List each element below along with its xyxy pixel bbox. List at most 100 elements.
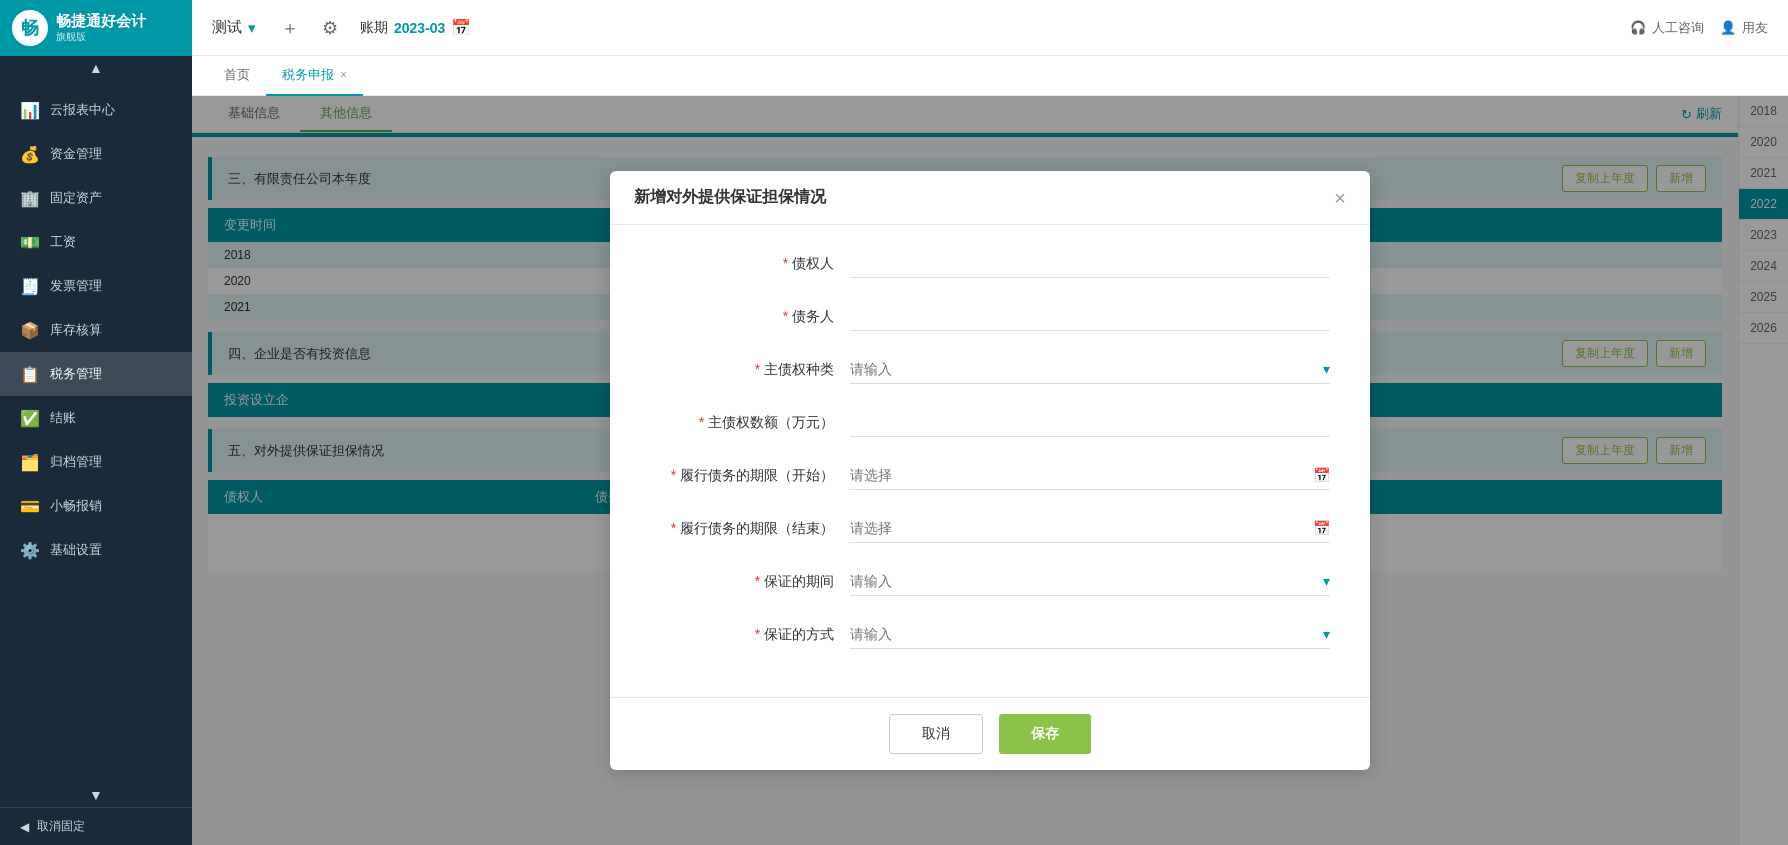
guarantee-period-label-text: 保证的期间 — [764, 573, 834, 589]
add-button[interactable]: ＋ — [276, 14, 304, 42]
period-selector: 账期 2023-03 📅 — [360, 18, 471, 37]
expense-icon: 💳 — [20, 496, 40, 516]
label-period-end: * 履行债务的期限（结束） — [650, 520, 850, 538]
creditor-label-text: 债权人 — [792, 255, 834, 271]
debt-type-input[interactable] — [850, 361, 1323, 377]
headset-icon: 🎧 — [1630, 20, 1646, 35]
tab-shuiwu[interactable]: 税务申报 × — [266, 56, 363, 96]
sidebar: 畅 畅捷通好会计 旗舰版 ▲ 📊 云报表中心 💰 资金管理 🏢 固定资产 💵 — [0, 0, 192, 845]
required-mark: * — [783, 255, 788, 271]
sidebar-item-kucun[interactable]: 📦 库存核算 — [0, 308, 192, 352]
period-start-input[interactable] — [850, 467, 1313, 483]
building-icon: 🏢 — [20, 188, 40, 208]
chevron-down-icon[interactable]: ▾ — [1323, 626, 1330, 642]
save-button[interactable]: 保存 — [999, 714, 1091, 754]
period-end-input[interactable] — [850, 520, 1313, 536]
modal-body[interactable]: * 债权人 * 债务人 — [610, 225, 1370, 697]
label-guarantee-method: * 保证的方式 — [650, 626, 850, 644]
sidebar-item-label: 小畅报销 — [50, 497, 102, 515]
form-row-period-end: * 履行债务的期限（结束） 📅 — [650, 514, 1330, 543]
modal-title: 新增对外提供保证担保情况 — [634, 187, 826, 208]
guarantee-method-label-text: 保证的方式 — [764, 626, 834, 642]
sidebar-item-jichushezhi[interactable]: ⚙️ 基础设置 — [0, 528, 192, 572]
sidebar-scroll-up[interactable]: ▲ — [0, 56, 192, 80]
calendar-icon[interactable]: 📅 — [451, 18, 471, 37]
period-value: 2023-03 — [394, 20, 445, 36]
wage-icon: 💵 — [20, 232, 40, 252]
tab-bar: 首页 税务申报 × — [192, 56, 1788, 96]
debtor-label-text: 债务人 — [792, 308, 834, 324]
guarantee-method-select[interactable]: ▾ — [850, 620, 1330, 649]
sidebar-item-gudingzichan[interactable]: 🏢 固定资产 — [0, 176, 192, 220]
form-row-creditor: * 债权人 — [650, 249, 1330, 278]
sidebar-item-zijin[interactable]: 💰 资金管理 — [0, 132, 192, 176]
cancel-pin-label: 取消固定 — [37, 818, 85, 835]
sidebar-item-gongzi[interactable]: 💵 工资 — [0, 220, 192, 264]
app-subtitle: 旗舰版 — [56, 30, 146, 44]
period-end-label-text: 履行债务的期限（结束） — [680, 520, 834, 536]
main-area: 测试 ▾ ＋ ⚙ 账期 2023-03 📅 🎧 人工咨询 👤 用友 — [192, 0, 1788, 845]
label-debt-amount: * 主债权数额（万元） — [650, 414, 850, 432]
settings-button[interactable]: ⚙ — [316, 14, 344, 42]
cancel-button[interactable]: 取消 — [889, 714, 983, 754]
sidebar-item-label: 资金管理 — [50, 145, 102, 163]
support-button[interactable]: 🎧 人工咨询 — [1630, 19, 1704, 37]
check-icon: ✅ — [20, 408, 40, 428]
sidebar-scroll-down[interactable]: ▼ — [0, 783, 192, 807]
modal: 新增对外提供保证担保情况 × * 债权人 — [610, 171, 1370, 770]
user-button[interactable]: 👤 用友 — [1720, 19, 1768, 37]
guarantee-period-select[interactable]: ▾ — [850, 567, 1330, 596]
period-start-label-text: 履行债务的期限（开始） — [680, 467, 834, 483]
label-debt-type: * 主债权种类 — [650, 361, 850, 379]
chevron-down-icon[interactable]: ▾ — [1323, 573, 1330, 589]
debt-amount-input[interactable] — [850, 408, 1330, 437]
company-selector[interactable]: 测试 ▾ — [212, 18, 256, 37]
chevron-down-icon[interactable]: ▾ — [248, 19, 256, 37]
label-period-start: * 履行债务的期限（开始） — [650, 467, 850, 485]
inventory-icon: 📦 — [20, 320, 40, 340]
sidebar-header: 畅 畅捷通好会计 旗舰版 — [0, 0, 192, 56]
sidebar-item-fapiao[interactable]: 🧾 发票管理 — [0, 264, 192, 308]
tax-icon: 📋 — [20, 364, 40, 384]
content-area: 基础信息 其他信息 ↻ 刷新 — [192, 96, 1788, 845]
debt-type-select[interactable]: ▾ — [850, 355, 1330, 384]
sidebar-item-label: 云报表中心 — [50, 101, 115, 119]
label-creditor: * 债权人 — [650, 255, 850, 273]
sidebar-item-shuiwu[interactable]: 📋 税务管理 — [0, 352, 192, 396]
app-logo: 畅 — [12, 10, 48, 46]
topbar: 测试 ▾ ＋ ⚙ 账期 2023-03 📅 🎧 人工咨询 👤 用友 — [192, 0, 1788, 56]
guarantee-method-input[interactable] — [850, 626, 1323, 642]
sidebar-item-guidang[interactable]: 🗂️ 归档管理 — [0, 440, 192, 484]
topbar-actions: ＋ ⚙ — [276, 14, 344, 42]
debtor-input[interactable] — [850, 302, 1330, 331]
sidebar-cancel-pin[interactable]: ◀ 取消固定 — [0, 807, 192, 845]
sidebar-item-label: 归档管理 — [50, 453, 102, 471]
label-guarantee-period: * 保证的期间 — [650, 573, 850, 591]
required-mark: * — [671, 520, 676, 536]
user-icon: 👤 — [1720, 20, 1736, 35]
tab-home[interactable]: 首页 — [208, 56, 266, 96]
period-start-date[interactable]: 📅 — [850, 461, 1330, 490]
debt-amount-label-text: 主债权数额（万元） — [708, 414, 834, 430]
sidebar-nav: 📊 云报表中心 💰 资金管理 🏢 固定资产 💵 工资 🧾 发票管理 📦 — [0, 80, 192, 783]
modal-close-button[interactable]: × — [1334, 188, 1346, 208]
chevron-down-icon[interactable]: ▾ — [1323, 361, 1330, 377]
sidebar-item-label: 基础设置 — [50, 541, 102, 559]
modal-header: 新增对外提供保证担保情况 × — [610, 171, 1370, 225]
calendar-start-icon[interactable]: 📅 — [1313, 467, 1330, 483]
sidebar-item-yunbaobiao[interactable]: 📊 云报表中心 — [0, 88, 192, 132]
tab-close-icon[interactable]: × — [340, 68, 347, 82]
archive-icon: 🗂️ — [20, 452, 40, 472]
guarantee-period-input[interactable] — [850, 573, 1323, 589]
creditor-input[interactable] — [850, 249, 1330, 278]
topbar-right: 🎧 人工咨询 👤 用友 — [1630, 19, 1768, 37]
money-icon: 💰 — [20, 144, 40, 164]
debt-type-label-text: 主债权种类 — [764, 361, 834, 377]
sidebar-item-jiezhang[interactable]: ✅ 结账 — [0, 396, 192, 440]
period-end-date[interactable]: 📅 — [850, 514, 1330, 543]
user-label: 用友 — [1742, 19, 1768, 37]
calendar-end-icon[interactable]: 📅 — [1313, 520, 1330, 536]
sidebar-item-label: 税务管理 — [50, 365, 102, 383]
modal-overlay: 新增对外提供保证担保情况 × * 债权人 — [192, 96, 1788, 845]
sidebar-item-xiaochang[interactable]: 💳 小畅报销 — [0, 484, 192, 528]
